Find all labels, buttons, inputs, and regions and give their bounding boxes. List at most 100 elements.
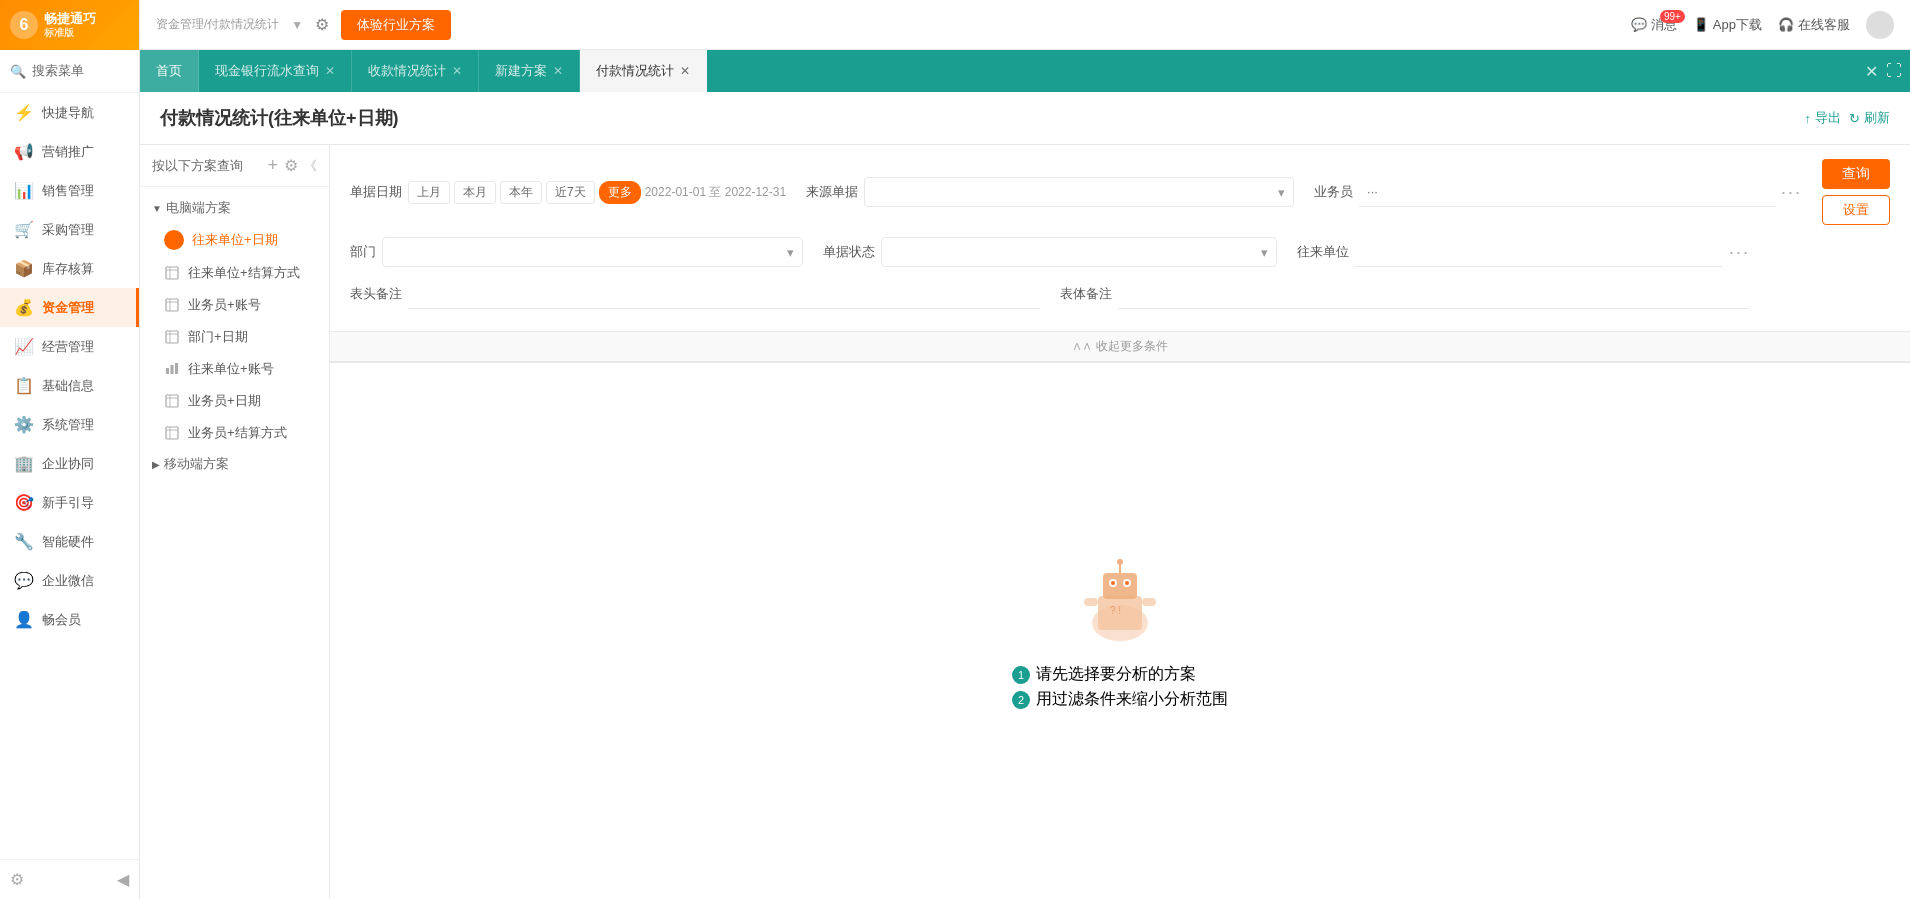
settings-button[interactable]: 设置 <box>1822 195 1890 225</box>
refresh-button[interactable]: ↻ 刷新 <box>1849 109 1890 127</box>
source-select[interactable]: ▾ <box>864 177 1294 207</box>
scheme-list: ▼ 电脑端方案 ○ 往来单位+日期 往来单位+结算方式 <box>140 187 329 899</box>
header-note-input[interactable] <box>408 279 1040 309</box>
tab-receipt-stat-close[interactable]: ✕ <box>452 64 462 78</box>
sidebar-item-member[interactable]: 👤 畅会员 <box>0 600 139 639</box>
app-download-button[interactable]: 📱 App下载 <box>1693 16 1762 34</box>
date-7days-btn[interactable]: 近7天 <box>546 181 595 204</box>
scheme-item-6[interactable]: 业务员+结算方式 <box>140 417 329 449</box>
partner-dots[interactable]: ··· <box>1729 242 1750 263</box>
footer-collapse-icon[interactable]: ◀ <box>117 870 129 889</box>
sidebar-item-hardware[interactable]: 🔧 智能硬件 <box>0 522 139 561</box>
scheme-panel-actions: + ⚙ 《 <box>267 155 317 176</box>
export-button[interactable]: ↑ 导出 <box>1805 109 1842 127</box>
query-button[interactable]: 查询 <box>1822 159 1890 189</box>
empty-state: ? ! 1 请先选择要分析的方案 2 用过滤条件来缩小分析范围 <box>330 363 1910 899</box>
topbar: 资金管理/付款情况统计 ▼ ⚙ 体验行业方案 💬 消息 99+ 📱 App下载 … <box>140 0 1910 50</box>
filter-date-cell: 单据日期 上月 本月 本年 近7天 更多 2022-01-01 至 2022-1… <box>350 181 786 204</box>
sidebar-item-purchase[interactable]: 🛒 采购管理 <box>0 210 139 249</box>
app-label: App下载 <box>1713 16 1762 34</box>
sidebar-item-marketing[interactable]: 📢 营销推广 <box>0 132 139 171</box>
sidebar-nav: ⚡ 快捷导航 📢 营销推广 📊 销售管理 🛒 采购管理 📦 库存核算 💰 资金管… <box>0 93 139 859</box>
trial-button[interactable]: 体验行业方案 <box>341 10 451 40</box>
member-icon: 👤 <box>14 610 34 629</box>
svg-rect-11 <box>175 363 178 374</box>
date-range-text: 2022-01-01 至 2022-12-31 <box>645 184 786 201</box>
date-last-month-btn[interactable]: 上月 <box>408 181 450 204</box>
sidebar-item-finance[interactable]: 💰 资金管理 <box>0 288 139 327</box>
sidebar-item-operation[interactable]: 📈 经营管理 <box>0 327 139 366</box>
sidebar-item-corp[interactable]: 🏢 企业协同 <box>0 444 139 483</box>
sidebar-footer: ⚙ ◀ <box>0 859 139 899</box>
user-avatar[interactable] <box>1866 11 1894 39</box>
sidebar-item-label: 资金管理 <box>42 299 94 317</box>
breadcrumb-arrow[interactable]: ▼ <box>291 18 303 32</box>
body-note-input[interactable] <box>1118 279 1750 309</box>
scheme-item-0[interactable]: ○ 往来单位+日期 <box>140 223 329 257</box>
sidebar-search-area[interactable]: 🔍 搜索菜单 <box>0 50 139 93</box>
date-this-month-btn[interactable]: 本月 <box>454 181 496 204</box>
message-badge: 99+ <box>1660 10 1685 23</box>
main-content: 资金管理/付款情况统计 ▼ ⚙ 体验行业方案 💬 消息 99+ 📱 App下载 … <box>140 0 1910 899</box>
scheme-item-1[interactable]: 往来单位+结算方式 <box>140 257 329 289</box>
sidebar-item-guide[interactable]: 🎯 新手引导 <box>0 483 139 522</box>
sidebar-item-quick-nav[interactable]: ⚡ 快捷导航 <box>0 93 139 132</box>
scheme-item-6-icon <box>164 425 180 441</box>
scheme-item-2[interactable]: 业务员+账号 <box>140 289 329 321</box>
topbar-settings-icon[interactable]: ⚙ <box>315 15 329 34</box>
scheme-collapse-icon[interactable]: 《 <box>304 157 317 175</box>
tab-bank-flow-label: 现金银行流水查询 <box>215 62 319 80</box>
sidebar-item-label: 系统管理 <box>42 416 94 434</box>
scheme-item-4[interactable]: 往来单位+账号 <box>140 353 329 385</box>
tab-payment-stat-label: 付款情况统计 <box>596 62 674 80</box>
tab-new-scheme-label: 新建方案 <box>495 62 547 80</box>
message-button[interactable]: 💬 消息 99+ <box>1631 16 1677 34</box>
search-menu-button[interactable]: 🔍 搜索菜单 <box>10 58 129 84</box>
scheme-settings-icon[interactable]: ⚙ <box>284 156 298 175</box>
online-service-button[interactable]: 🎧 在线客服 <box>1778 16 1850 34</box>
tab-bank-flow-close[interactable]: ✕ <box>325 64 335 78</box>
sidebar-item-basic[interactable]: 📋 基础信息 <box>0 366 139 405</box>
tab-close-all-icon[interactable]: ✕ <box>1865 62 1878 81</box>
guide-icon: 🎯 <box>14 493 34 512</box>
filter-status-cell: 单据状态 ▾ <box>823 237 1276 267</box>
tab-receipt-stat[interactable]: 收款情况统计 ✕ <box>352 50 479 92</box>
sidebar-item-wechat[interactable]: 💬 企业微信 <box>0 561 139 600</box>
tab-new-scheme[interactable]: 新建方案 ✕ <box>479 50 580 92</box>
partner-input[interactable] <box>1355 237 1723 267</box>
sidebar-item-inventory[interactable]: 📦 库存核算 <box>0 249 139 288</box>
tab-maximize-icon[interactable]: ⛶ <box>1886 62 1902 80</box>
scheme-group-desktop-header[interactable]: ▼ 电脑端方案 <box>140 193 329 223</box>
date-this-year-btn[interactable]: 本年 <box>500 181 542 204</box>
dept-select[interactable]: ▾ <box>382 237 803 267</box>
svg-point-24 <box>1125 581 1129 585</box>
tab-home[interactable]: 首页 <box>140 50 199 92</box>
scheme-item-3-label: 部门+日期 <box>188 328 248 346</box>
scheme-item-4-label: 往来单位+账号 <box>188 360 274 378</box>
scheme-item-1-label: 往来单位+结算方式 <box>188 264 300 282</box>
tab-payment-stat[interactable]: 付款情况统计 ✕ <box>580 50 707 92</box>
salesman-dots[interactable]: ··· <box>1781 182 1802 203</box>
tab-payment-stat-close[interactable]: ✕ <box>680 64 690 78</box>
scheme-add-icon[interactable]: + <box>267 155 278 176</box>
scheme-item-3[interactable]: 部门+日期 <box>140 321 329 353</box>
salesman-input[interactable] <box>1359 177 1775 207</box>
salesman-label: 业务员 <box>1314 183 1353 201</box>
scheme-group-mobile-header[interactable]: ▶ 移动端方案 <box>140 449 329 479</box>
sidebar-item-label: 基础信息 <box>42 377 94 395</box>
empty-tip-2: 2 用过滤条件来缩小分析范围 <box>1012 689 1228 710</box>
footer-settings-icon[interactable]: ⚙ <box>10 870 24 889</box>
scheme-item-6-label: 业务员+结算方式 <box>188 424 287 442</box>
scheme-item-5[interactable]: 业务员+日期 <box>140 385 329 417</box>
collapse-bar[interactable]: ∧∧ 收起更多条件 <box>330 331 1910 362</box>
date-more-btn[interactable]: 更多 <box>599 181 641 204</box>
scheme-panel-label: 按以下方案查询 <box>152 157 243 175</box>
sidebar-item-sales[interactable]: 📊 销售管理 <box>0 171 139 210</box>
scheme-item-3-icon <box>164 329 180 345</box>
sidebar-item-system[interactable]: ⚙️ 系统管理 <box>0 405 139 444</box>
search-icon: 🔍 <box>10 64 26 79</box>
status-select[interactable]: ▾ <box>881 237 1276 267</box>
scheme-group-mobile-label: 移动端方案 <box>164 455 229 473</box>
tab-new-scheme-close[interactable]: ✕ <box>553 64 563 78</box>
tab-bank-flow[interactable]: 现金银行流水查询 ✕ <box>199 50 352 92</box>
